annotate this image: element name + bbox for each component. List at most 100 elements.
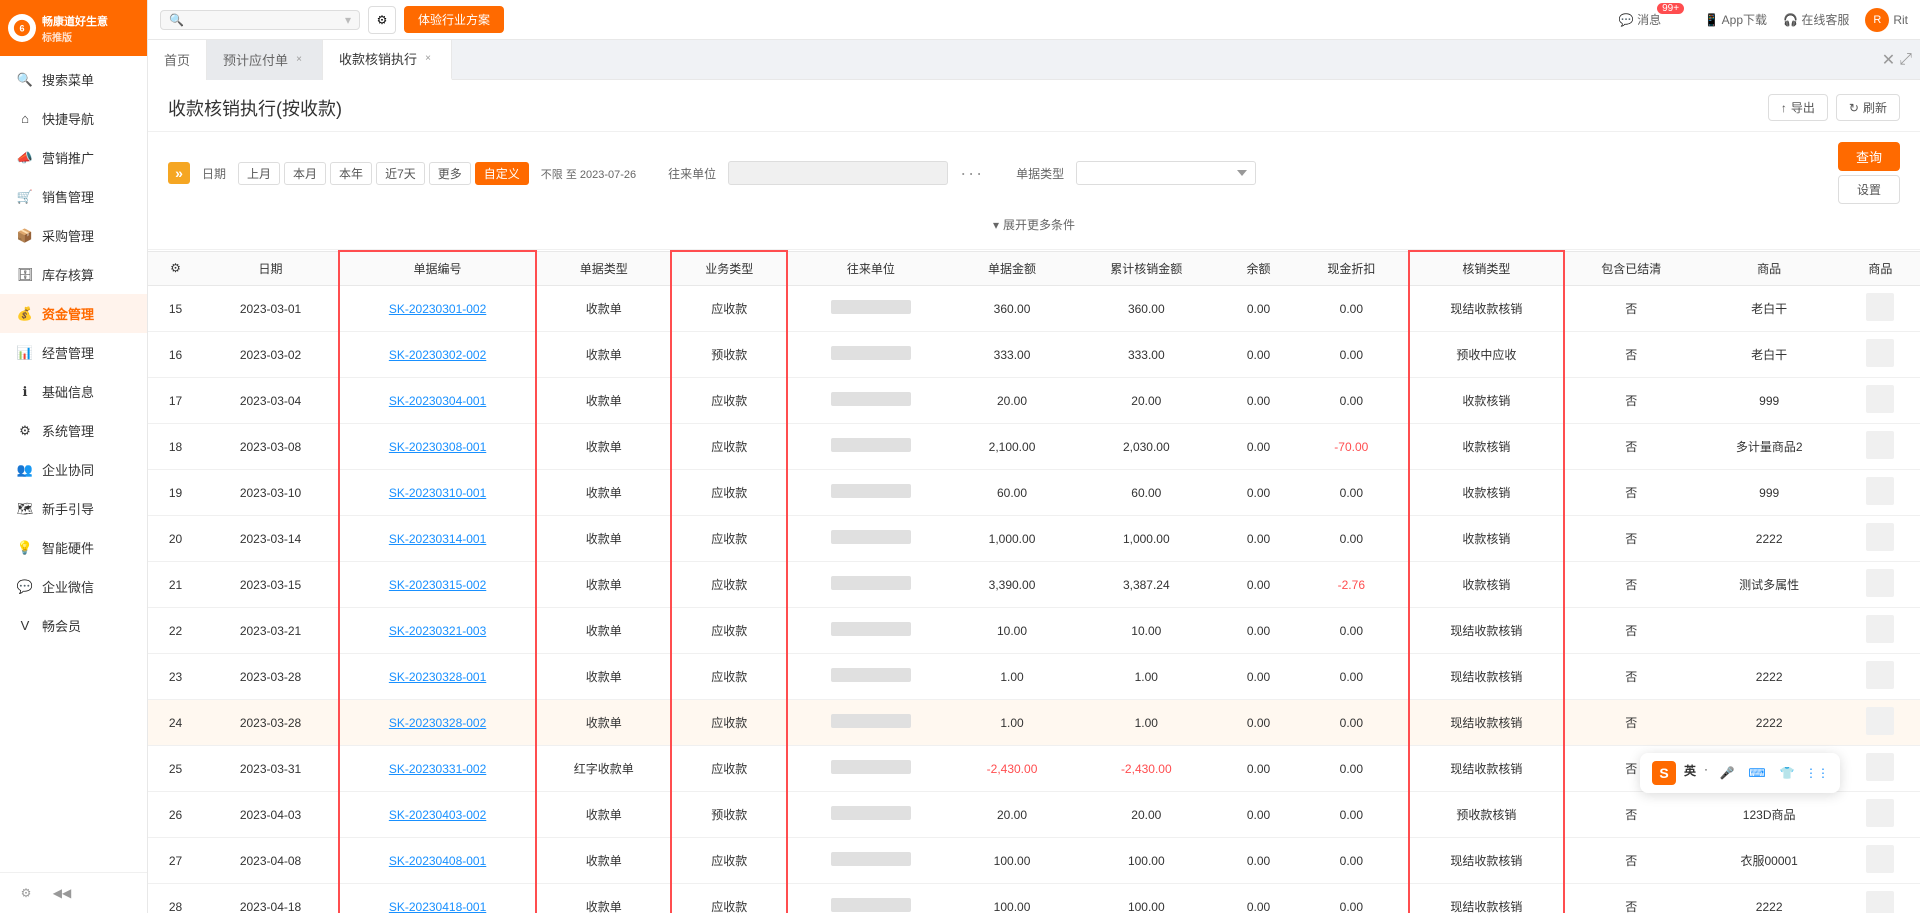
bill-no-link[interactable]: SK-20230310-001 (389, 486, 486, 500)
bill-no-link[interactable]: SK-20230418-001 (389, 900, 486, 913)
tab-prepay-close[interactable]: × (292, 53, 306, 67)
bill-type-select[interactable] (1076, 161, 1256, 185)
bill-no-link[interactable]: SK-20230304-001 (389, 394, 486, 408)
cell-goods-img (1841, 286, 1920, 332)
app-download[interactable]: 📱 App下载 (1704, 11, 1767, 28)
mic-icon[interactable]: 🎤 (1716, 762, 1738, 784)
refresh-btn[interactable]: ↻ 刷新 (1836, 94, 1900, 121)
cell-partner (787, 424, 954, 470)
bill-no-link[interactable]: SK-20230408-001 (389, 854, 486, 868)
operations-icon: 📊 (16, 344, 34, 362)
settings-btn[interactable]: 设置 (1838, 175, 1900, 204)
cell-cancel-amount: 20.00 (1070, 792, 1222, 838)
sidebar-item-basic[interactable]: ℹ 基础信息 (0, 372, 147, 411)
date-btn-7days[interactable]: 近7天 (376, 162, 425, 185)
cell-balance: 0.00 (1222, 470, 1295, 516)
sidebar-item-label-sales: 销售管理 (42, 187, 94, 206)
cell-cancel-type: 现结收款核销 (1409, 654, 1564, 700)
sidebar-item-sales[interactable]: 🛒 销售管理 (0, 177, 147, 216)
sidebar-item-finance[interactable]: 💰 资金管理 (0, 294, 147, 333)
sidebar-item-inventory[interactable]: 🗄 库存核算 (0, 255, 147, 294)
sidebar-item-shortcuts[interactable]: ⌂ 快捷导航 (0, 99, 147, 138)
tab-prepay[interactable]: 预计应付单 × (207, 40, 323, 80)
bill-type-label: 单据类型 (1016, 165, 1064, 182)
cell-partner (787, 838, 954, 884)
user-avatar[interactable]: R Rit (1865, 8, 1908, 32)
bill-no-link[interactable]: SK-20230308-001 (389, 440, 486, 454)
watermark-text: 英 (1684, 762, 1696, 784)
cell-bill-no: SK-20230302-002 (339, 332, 536, 378)
cell-balance: 0.00 (1222, 332, 1295, 378)
query-btn[interactable]: 查询 (1838, 142, 1900, 171)
bill-no-link[interactable]: SK-20230321-003 (389, 624, 486, 638)
more-dots[interactable]: ··· (960, 163, 984, 184)
sidebar-item-enterprise[interactable]: 👥 企业协同 (0, 450, 147, 489)
cell-include-settled: 否 (1564, 332, 1698, 378)
keyboard-icon[interactable]: ⌨ (1746, 762, 1768, 784)
collapse-icon[interactable]: ◀◀ (52, 883, 72, 903)
cell-partner (787, 332, 954, 378)
date-btn-this-month[interactable]: 本月 (284, 162, 326, 185)
table-row: 21 2023-03-15 SK-20230315-002 收款单 应收款 3,… (148, 562, 1920, 608)
bill-no-link[interactable]: SK-20230301-002 (389, 302, 486, 316)
cell-partner (787, 516, 954, 562)
date-btn-last-month[interactable]: 上月 (238, 162, 280, 185)
gear-icon[interactable]: ⚙ (16, 883, 36, 903)
sidebar-item-member[interactable]: V 畅会员 (0, 606, 147, 645)
cell-include-settled: 否 (1564, 700, 1698, 746)
purchase-icon: 📦 (16, 227, 34, 245)
shirt-icon[interactable]: 👕 (1776, 762, 1798, 784)
cell-cash-discount: 0.00 (1295, 286, 1409, 332)
cell-amount: 20.00 (954, 378, 1071, 424)
sidebar-item-label-purchase: 采购管理 (42, 226, 94, 245)
bill-no-link[interactable]: SK-20230302-002 (389, 348, 486, 362)
tab-collection[interactable]: 收款核销执行 × (323, 40, 452, 80)
cell-bill-type: 收款单 (536, 470, 671, 516)
sidebar-item-wechat[interactable]: 💬 企业微信 (0, 567, 147, 606)
date-btn-custom[interactable]: 自定义 (475, 162, 529, 185)
cell-date: 2023-03-14 (203, 516, 339, 562)
sidebar-item-operations[interactable]: 📊 经营管理 (0, 333, 147, 372)
table-header-row: ⚙ 日期 单据编号 单据类型 业务类型 往来单位 单据金额 累计核销金额 余额 … (148, 251, 1920, 286)
cell-bill-type: 收款单 (536, 884, 671, 913)
bill-no-link[interactable]: SK-20230403-002 (389, 808, 486, 822)
export-btn[interactable]: ↑ 导出 (1768, 94, 1828, 121)
sidebar-item-guide[interactable]: 🗺 新手引导 (0, 489, 147, 528)
partner-input[interactable] (728, 161, 948, 185)
cell-amount: 1.00 (954, 700, 1071, 746)
online-service[interactable]: 🎧 在线客服 (1783, 11, 1849, 28)
bill-no-link[interactable]: SK-20230314-001 (389, 532, 486, 546)
date-btn-more[interactable]: 更多 (429, 162, 471, 185)
cell-bill-no: SK-20230315-002 (339, 562, 536, 608)
bill-no-link[interactable]: SK-20230328-002 (389, 716, 486, 730)
topbar-gear-btn[interactable]: ⚙ (368, 6, 396, 34)
inventory-icon: 🗄 (16, 266, 34, 284)
cell-balance: 0.00 (1222, 378, 1295, 424)
bill-no-link[interactable]: SK-20230315-002 (389, 578, 486, 592)
th-goods-img: 商品 (1841, 251, 1920, 286)
cell-cash-discount: 0.00 (1295, 746, 1409, 792)
logo-icon: 6 (8, 14, 36, 42)
sidebar-item-marketing[interactable]: 📣 营销推广 (0, 138, 147, 177)
sidebar-item-hardware[interactable]: 💡 智能硬件 (0, 528, 147, 567)
goods-thumbnail (1866, 707, 1894, 735)
cell-bill-no: SK-20230314-001 (339, 516, 536, 562)
cell-seq: 20 (148, 516, 203, 562)
solution-btn[interactable]: 体验行业方案 (404, 6, 504, 33)
filter-toggle-btn[interactable]: » (168, 162, 190, 184)
tab-collection-close[interactable]: × (421, 52, 435, 66)
sidebar-item-search[interactable]: 🔍 搜索菜单 (0, 60, 147, 99)
cell-bill-no: SK-20230418-001 (339, 884, 536, 913)
date-btn-this-year[interactable]: 本年 (330, 162, 372, 185)
bill-no-link[interactable]: SK-20230331-002 (389, 762, 486, 776)
tab-home[interactable]: 首页 (148, 40, 207, 80)
watermark-dot: · (1704, 762, 1708, 784)
close-all-icon[interactable]: ✕ (1882, 50, 1895, 70)
expand-icon[interactable]: ⤢ (1899, 51, 1912, 69)
bill-no-link[interactable]: SK-20230328-001 (389, 670, 486, 684)
sidebar-item-system[interactable]: ⚙ 系统管理 (0, 411, 147, 450)
expand-more-btn[interactable]: ▾ 展开更多条件 (168, 210, 1900, 239)
apps-icon[interactable]: ⋮⋮ (1806, 762, 1828, 784)
cell-goods: 999 (1698, 378, 1841, 424)
sidebar-item-purchase[interactable]: 📦 采购管理 (0, 216, 147, 255)
